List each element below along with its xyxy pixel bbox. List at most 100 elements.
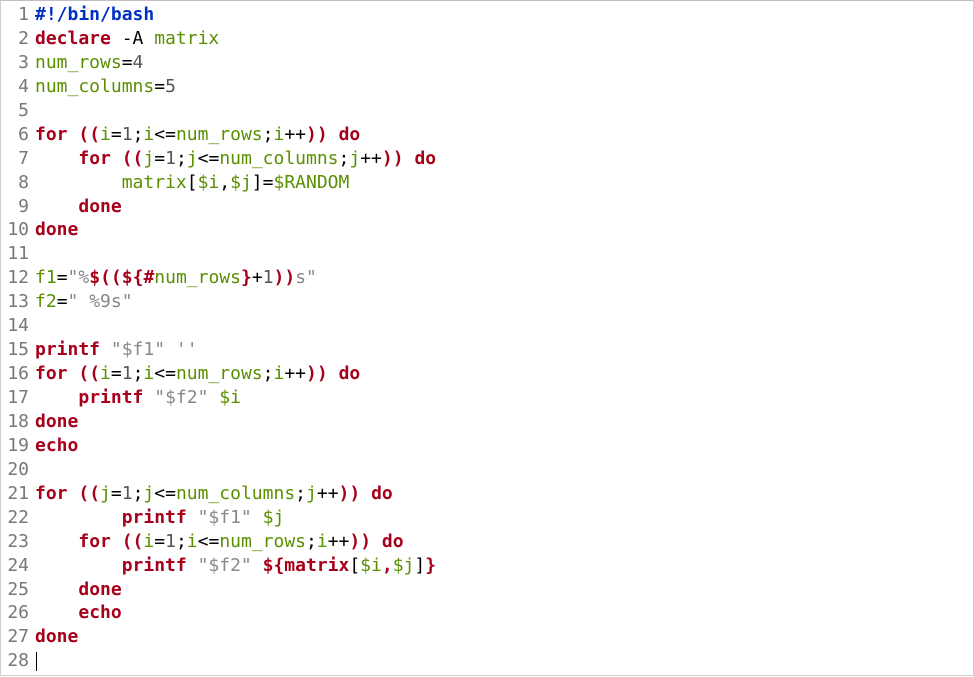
token: matrix (284, 555, 349, 576)
token: (( (78, 483, 100, 504)
code-content[interactable]: for ((j=1;j<=num_columns;j++)) do (35, 482, 973, 506)
code-line[interactable]: 2declare -A matrix (1, 27, 973, 51)
code-line[interactable]: 23 for ((i=1;i<=num_rows;i++)) do (1, 530, 973, 554)
code-content[interactable]: done (35, 218, 973, 242)
code-line[interactable]: 17 printf "$f2" $i (1, 386, 973, 410)
code-line[interactable]: 15printf "$f1" '' (1, 338, 973, 362)
token: } (425, 555, 436, 576)
code-line[interactable]: 13f2=" %9s" (1, 290, 973, 314)
code-content[interactable]: printf "$f2" ${matrix[$i,$j]} (35, 554, 973, 578)
token: matrix (122, 172, 187, 193)
token: done (35, 626, 78, 647)
code-content[interactable]: num_columns=5 (35, 75, 973, 99)
token: 1 (165, 531, 176, 552)
code-line[interactable]: 12f1="%$((${#num_rows}+1))s" (1, 266, 973, 290)
code-content[interactable]: declare -A matrix (35, 27, 973, 51)
code-line[interactable]: 4num_columns=5 (1, 75, 973, 99)
token (68, 124, 79, 145)
token: (( (100, 267, 122, 288)
code-line[interactable]: 19echo (1, 434, 973, 458)
token: $j (393, 555, 415, 576)
code-line[interactable]: 20 (1, 458, 973, 482)
code-content[interactable] (35, 99, 973, 123)
code-line[interactable]: 3num_rows=4 (1, 51, 973, 75)
code-content[interactable]: done (35, 410, 973, 434)
code-line[interactable]: 21for ((j=1;j<=num_columns;j++)) do (1, 482, 973, 506)
code-line[interactable]: 24 printf "$f2" ${matrix[$i,$j]} (1, 554, 973, 578)
code-line[interactable]: 14 (1, 314, 973, 338)
code-line[interactable]: 7 for ((j=1;j<=num_columns;j++)) do (1, 147, 973, 171)
token: $i (360, 555, 382, 576)
token: ; (176, 531, 187, 552)
code-line[interactable]: 27done (1, 625, 973, 649)
token: = (122, 52, 133, 73)
code-content[interactable] (35, 314, 973, 338)
code-content[interactable]: for ((i=1;i<=num_rows;i++)) do (35, 123, 973, 147)
code-line[interactable]: 6for ((i=1;i<=num_rows;i++)) do (1, 123, 973, 147)
token: ++ (284, 363, 306, 384)
token: "% (68, 267, 90, 288)
code-content[interactable] (35, 649, 973, 673)
token: printf (122, 555, 187, 576)
code-line[interactable]: 8 matrix[$i,$j]=$RANDOM (1, 171, 973, 195)
code-line[interactable]: 10done (1, 218, 973, 242)
code-content[interactable]: printf "$f1" $j (35, 506, 973, 530)
line-number: 18 (1, 410, 35, 434)
token: 4 (133, 52, 144, 73)
code-editor[interactable]: 1#!/bin/bash2declare -A matrix3num_rows=… (0, 0, 974, 676)
code-content[interactable]: done (35, 578, 973, 602)
code-content[interactable]: matrix[$i,$j]=$RANDOM (35, 171, 973, 195)
token: (( (122, 531, 144, 552)
code-line[interactable]: 16for ((i=1;i<=num_rows;i++)) do (1, 362, 973, 386)
code-content[interactable]: for ((i=1;i<=num_rows;i++)) do (35, 530, 973, 554)
token (360, 483, 371, 504)
token: = (57, 291, 68, 312)
code-line[interactable]: 11 (1, 242, 973, 266)
token (111, 148, 122, 169)
token: declare (35, 28, 111, 49)
code-line[interactable]: 26 echo (1, 601, 973, 625)
line-number: 17 (1, 386, 35, 410)
token: j (187, 148, 198, 169)
token: = (111, 483, 122, 504)
code-line[interactable]: 9 done (1, 195, 973, 219)
code-line[interactable]: 22 printf "$f1" $j (1, 506, 973, 530)
code-line[interactable]: 18done (1, 410, 973, 434)
token: )) (382, 148, 404, 169)
token: = (57, 267, 68, 288)
code-content[interactable]: echo (35, 601, 973, 625)
token (68, 363, 79, 384)
code-content[interactable]: #!/bin/bash (35, 3, 973, 27)
code-content[interactable] (35, 458, 973, 482)
line-number: 11 (1, 242, 35, 266)
token: i (143, 363, 154, 384)
code-line[interactable]: 1#!/bin/bash (1, 3, 973, 27)
code-content[interactable]: printf "$f1" '' (35, 338, 973, 362)
token: -A (111, 28, 154, 49)
code-content[interactable]: done (35, 195, 973, 219)
code-content[interactable] (35, 242, 973, 266)
token (252, 555, 263, 576)
token (328, 124, 339, 145)
token: )) (274, 267, 296, 288)
code-line[interactable]: 25 done (1, 578, 973, 602)
token: <= (198, 148, 220, 169)
code-content[interactable]: for ((j=1;j<=num_columns;j++)) do (35, 147, 973, 171)
token: $RANDOM (273, 172, 349, 193)
token: = (154, 148, 165, 169)
code-content[interactable]: for ((i=1;i<=num_rows;i++)) do (35, 362, 973, 386)
code-content[interactable]: echo (35, 434, 973, 458)
code-content[interactable]: f1="%$((${#num_rows}+1))s" (35, 266, 973, 290)
line-number: 24 (1, 554, 35, 578)
code-line[interactable]: 5 (1, 99, 973, 123)
token: ; (263, 124, 274, 145)
code-line[interactable]: 28 (1, 649, 973, 673)
code-content[interactable]: f2=" %9s" (35, 290, 973, 314)
token: )) (339, 483, 361, 504)
token: # (143, 267, 154, 288)
token (371, 531, 382, 552)
code-content[interactable]: done (35, 625, 973, 649)
token: j (349, 148, 360, 169)
code-content[interactable]: printf "$f2" $i (35, 386, 973, 410)
code-content[interactable]: num_rows=4 (35, 51, 973, 75)
